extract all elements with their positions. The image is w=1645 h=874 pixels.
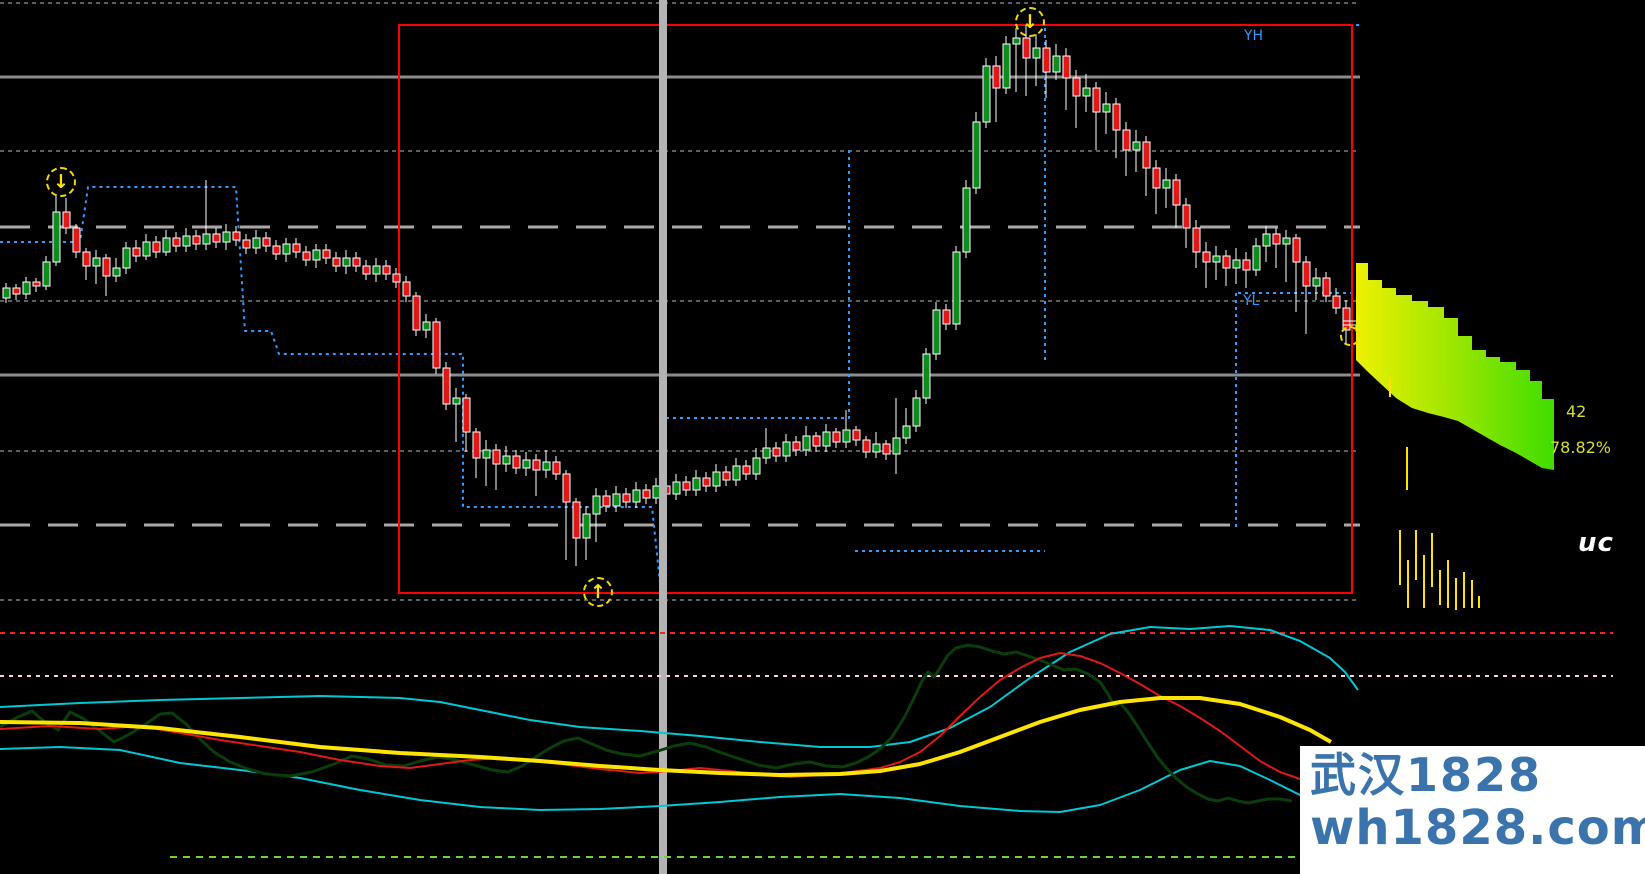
watermark-box: 武汉1828 wh1828.com [1300, 746, 1645, 874]
gridlines [0, 2, 1360, 601]
price-chart-canvas[interactable] [0, 0, 1645, 874]
watermark-line2: wh1828.com [1310, 799, 1645, 856]
vertical-divider-bar[interactable] [659, 0, 667, 874]
sell-signal-arrow[interactable]: ↓ [46, 167, 76, 197]
watermark-line1: 武汉1828 [1310, 748, 1543, 802]
indicator-curves [0, 625, 1359, 823]
red-range-box [398, 24, 1353, 594]
blue-step-lines [0, 24, 1365, 593]
percent-value: 78.82% [1550, 438, 1612, 457]
yesterday-low-label: YL [1243, 293, 1260, 309]
uc-label: uc [1578, 528, 1614, 558]
bars-count-value: 42 [1566, 402, 1587, 421]
forecast-blob [1356, 263, 1554, 470]
exit-circle-marker[interactable] [1340, 326, 1360, 346]
buy-signal-arrow[interactable]: ↑ [583, 577, 613, 607]
sell-signal-arrow[interactable]: ↓ [1015, 7, 1045, 37]
yesterday-high-label: YH [1244, 28, 1264, 44]
trading-chart-window: ↓ ↓ ↑ YH YL 42 78.82% uc 武汉1828 wh1828.c… [0, 0, 1645, 874]
candlesticks [2, 25, 1364, 566]
